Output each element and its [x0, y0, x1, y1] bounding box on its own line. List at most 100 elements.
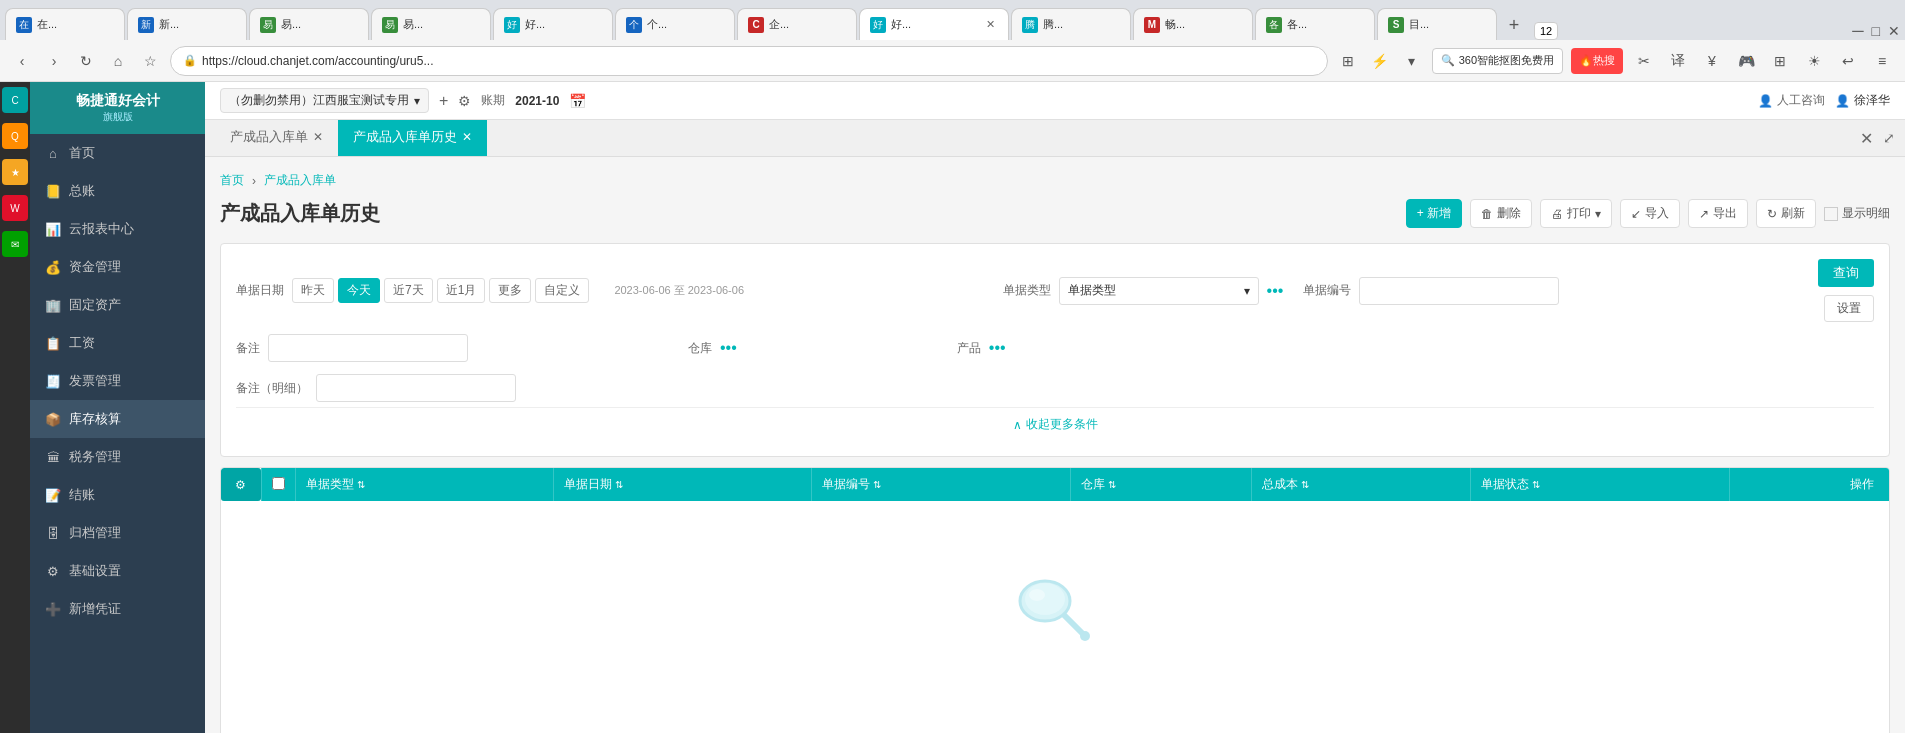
scissors-icon[interactable]: ✂ [1631, 48, 1657, 74]
browser-tab-1[interactable]: 在 在... [5, 8, 125, 40]
sort-total-cost[interactable]: 总成本 ⇅ [1262, 476, 1461, 493]
add-button[interactable]: + 新增 [1406, 199, 1462, 228]
date-btn-more[interactable]: 更多 [489, 278, 531, 303]
browser-tab-10[interactable]: M 畅... [1133, 8, 1253, 40]
minimize-btn[interactable]: ─ [1852, 22, 1863, 40]
th-type[interactable]: 单据类型 ⇅ [295, 468, 553, 501]
show-cols-toggle[interactable]: 显示明细 [1824, 205, 1890, 222]
type-more-icon[interactable]: ••• [1267, 282, 1284, 300]
sort-number[interactable]: 单据编号 ⇅ [822, 476, 1059, 493]
undo-icon[interactable]: ↩ [1835, 48, 1861, 74]
detail-note-filter-input[interactable] [316, 374, 516, 402]
expand-icon[interactable]: ⤢ [1883, 130, 1895, 146]
sidebar-item-invoice[interactable]: 🧾 发票管理 [30, 362, 205, 400]
sidebar-item-cloud-report[interactable]: 📊 云报表中心 [30, 210, 205, 248]
user-name[interactable]: 👤 徐泽华 [1835, 92, 1890, 109]
sort-type[interactable]: 单据类型 ⇅ [306, 476, 543, 493]
browser-tab-11[interactable]: 各 各... [1255, 8, 1375, 40]
export-button[interactable]: ↗ 导出 [1688, 199, 1748, 228]
add-org-button[interactable]: + [439, 92, 448, 110]
display-icon[interactable]: ☀ [1801, 48, 1827, 74]
tab-count[interactable]: 12 [1534, 22, 1558, 40]
calendar-icon[interactable]: 📅 [569, 93, 586, 109]
quick-icon-3[interactable]: W [2, 195, 28, 221]
sort-status[interactable]: 单据状态 ⇅ [1481, 476, 1718, 493]
maximize-btn[interactable]: □ [1872, 23, 1880, 39]
browser-tab-12[interactable]: S 目... [1377, 8, 1497, 40]
sidebar-item-settlement[interactable]: 📝 结账 [30, 476, 205, 514]
tab-list[interactable]: 产成品入库单 ✕ [215, 120, 338, 156]
th-warehouse[interactable]: 仓库 ⇅ [1070, 468, 1251, 501]
grid-icon[interactable]: ⊞ [1767, 48, 1793, 74]
back-button[interactable]: ‹ [10, 49, 34, 73]
apps-button[interactable]: ⊞ [1336, 49, 1360, 73]
product-more-icon[interactable]: ••• [989, 339, 1006, 357]
warehouse-more-icon[interactable]: ••• [720, 339, 737, 357]
quick-icon-4[interactable]: ✉ [2, 231, 28, 257]
breadcrumb-list[interactable]: 产成品入库单 [264, 172, 336, 189]
game-icon[interactable]: 🎮 [1733, 48, 1759, 74]
type-filter-select[interactable]: 单据类型 ▾ [1059, 277, 1259, 305]
print-button[interactable]: 🖨 打印 ▾ [1540, 199, 1612, 228]
currency-icon[interactable]: ¥ [1699, 48, 1725, 74]
date-btn-custom[interactable]: 自定义 [535, 278, 589, 303]
browser-tab-2[interactable]: 新 新... [127, 8, 247, 40]
th-number[interactable]: 单据编号 ⇅ [812, 468, 1070, 501]
show-cols-checkbox[interactable] [1824, 207, 1838, 221]
tab-history[interactable]: 产成品入库单历史 ✕ [338, 120, 487, 156]
th-check[interactable] [261, 468, 295, 501]
sidebar-item-new-voucher[interactable]: ➕ 新增凭证 [30, 590, 205, 628]
close-panel-icon[interactable]: ✕ [1860, 129, 1873, 148]
org-selector[interactable]: （勿删勿禁用）江西服宝测试专用 ▾ [220, 88, 429, 113]
close-tab-history[interactable]: ✕ [462, 130, 472, 144]
quick-icon-1[interactable]: Q [2, 123, 28, 149]
forward-button[interactable]: › [42, 49, 66, 73]
browser-tab-3[interactable]: 易 易... [249, 8, 369, 40]
collapse-bar[interactable]: ∧ 收起更多条件 [236, 407, 1874, 441]
close-tab-8[interactable]: ✕ [982, 17, 998, 33]
address-bar[interactable]: 🔒 https://cloud.chanjet.com/accounting/u… [170, 46, 1328, 76]
lightning-button[interactable]: ⚡ [1368, 49, 1392, 73]
browser-search[interactable]: 🔍 360智能抠图免费用 [1432, 48, 1563, 74]
sidebar-item-inventory[interactable]: 📦 库存核算 [30, 400, 205, 438]
date-btn-yesterday[interactable]: 昨天 [292, 278, 334, 303]
sidebar-item-salary[interactable]: 📋 工资 [30, 324, 205, 362]
gear-settings-icon[interactable]: ⚙ [235, 478, 246, 492]
chanjet-logo[interactable]: C [2, 87, 28, 113]
translate-icon[interactable]: 译 [1665, 48, 1691, 74]
query-button[interactable]: 查询 [1818, 259, 1874, 287]
refresh-button[interactable]: ↻ [74, 49, 98, 73]
th-total-cost[interactable]: 总成本 ⇅ [1251, 468, 1471, 501]
refresh-button-action[interactable]: ↻ 刷新 [1756, 199, 1816, 228]
sidebar-item-archive[interactable]: 🗄 归档管理 [30, 514, 205, 552]
breadcrumb-home[interactable]: 首页 [220, 172, 244, 189]
close-tab-list[interactable]: ✕ [313, 130, 323, 144]
delete-button[interactable]: 🗑 删除 [1470, 199, 1532, 228]
sidebar-item-tax[interactable]: 🏛 税务管理 [30, 438, 205, 476]
sidebar-item-ledger[interactable]: 📒 总账 [30, 172, 205, 210]
browser-tab-5[interactable]: 好 好... [493, 8, 613, 40]
browser-tab-9[interactable]: 腾 腾... [1011, 8, 1131, 40]
browser-tab-6[interactable]: 个 个... [615, 8, 735, 40]
browser-tab-4[interactable]: 易 易... [371, 8, 491, 40]
quick-icon-2[interactable]: ★ [2, 159, 28, 185]
date-btn-today[interactable]: 今天 [338, 278, 380, 303]
sidebar-item-fixed-asset[interactable]: 🏢 固定资产 [30, 286, 205, 324]
new-tab-button[interactable]: + [1499, 10, 1529, 40]
th-status[interactable]: 单据状态 ⇅ [1471, 468, 1729, 501]
number-filter-input[interactable] [1359, 277, 1559, 305]
user-support[interactable]: 👤 人工咨询 [1758, 92, 1825, 109]
settings-button[interactable]: 设置 [1824, 295, 1874, 322]
select-all-checkbox[interactable] [272, 477, 285, 490]
home-button[interactable]: ⌂ [106, 49, 130, 73]
settings-icon[interactable]: ⚙ [458, 93, 471, 109]
sort-warehouse[interactable]: 仓库 ⇅ [1081, 476, 1241, 493]
dropdown-button[interactable]: ▾ [1400, 49, 1424, 73]
th-gear[interactable]: ⚙ [221, 468, 261, 501]
hot-search-button[interactable]: 🔥 热搜 [1571, 48, 1623, 74]
sidebar-item-home[interactable]: ⌂ 首页 [30, 134, 205, 172]
date-btn-7days[interactable]: 近7天 [384, 278, 433, 303]
bookmark-button[interactable]: ☆ [138, 49, 162, 73]
note-filter-input[interactable] [268, 334, 468, 362]
browser-tab-8[interactable]: 好 好... ✕ [859, 8, 1009, 40]
